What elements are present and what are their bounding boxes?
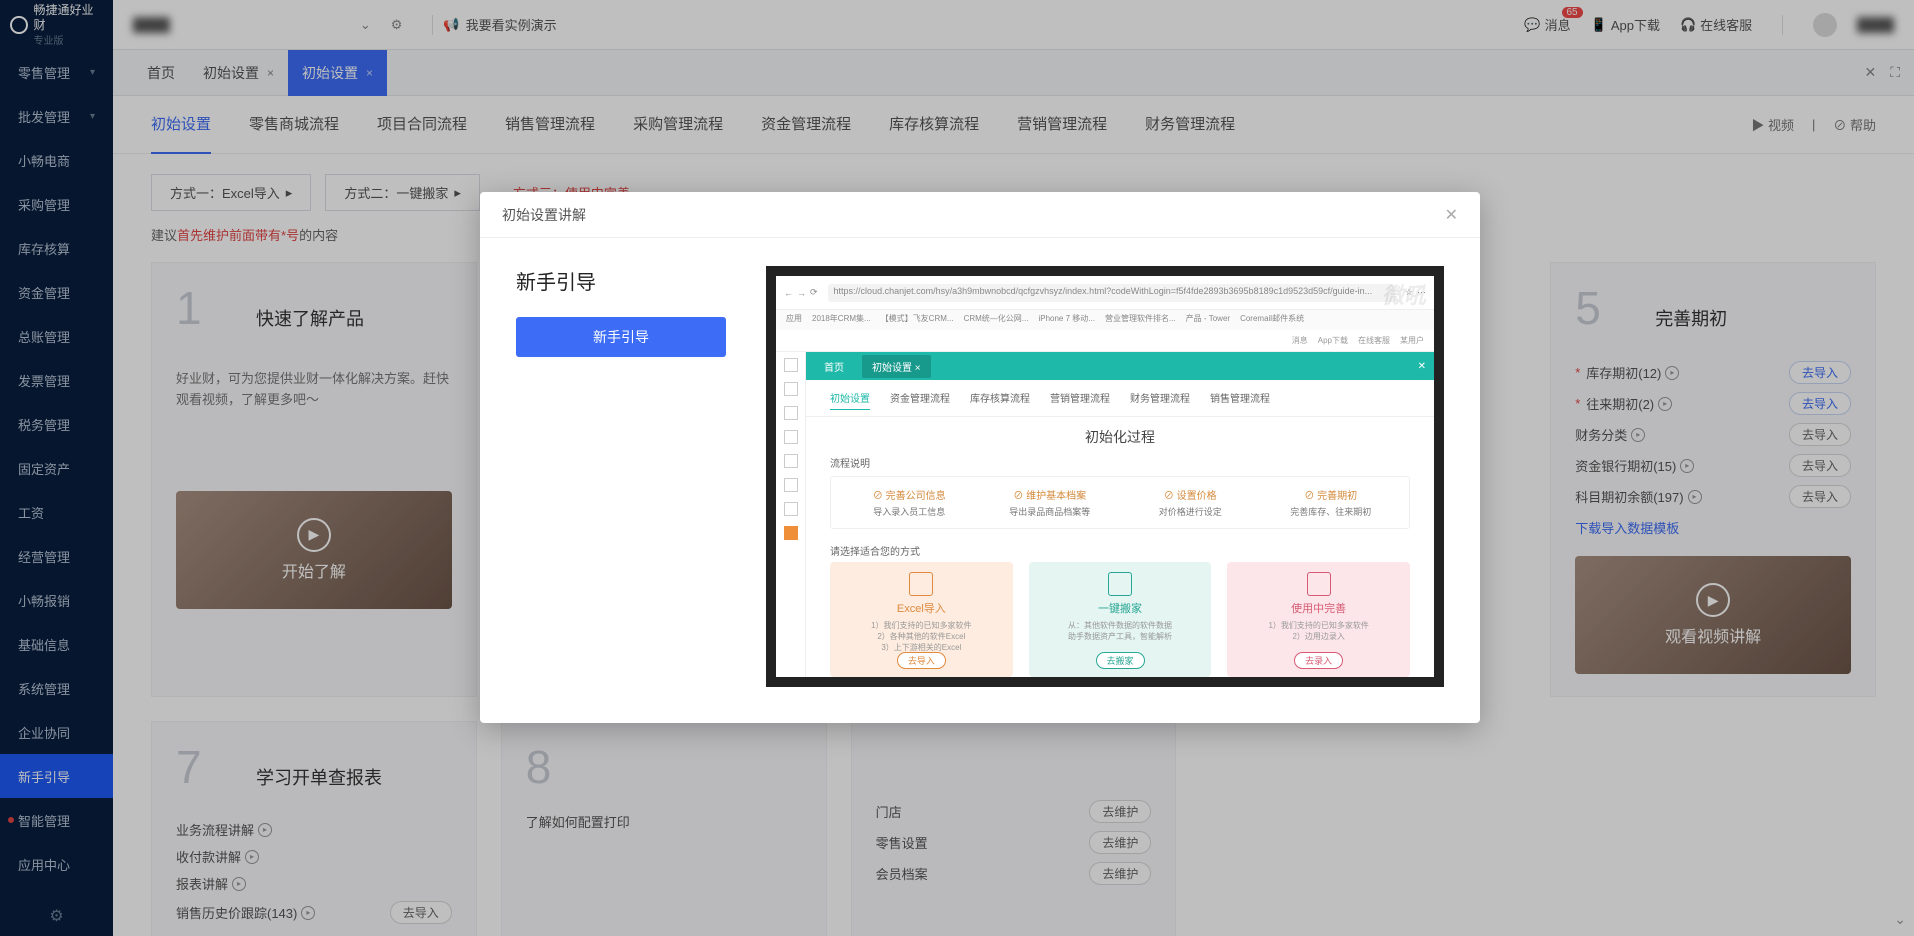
mock-sidebar <box>776 352 806 677</box>
mock-url: https://cloud.chanjet.com/hsy/a3h9mbwnob… <box>828 284 1395 302</box>
mock-steps: ⊘ 完善公司信息导入录入员工信息⊘ 维护基本档案导出录品商品档案等⊘ 设置价格对… <box>830 476 1410 529</box>
mock-tab: 首页 <box>814 355 854 378</box>
mock-choose-label: 请选择适合您的方式 <box>830 547 920 558</box>
modal-close-icon[interactable]: ✕ <box>1445 205 1458 225</box>
modal-title: 初始设置讲解 <box>502 205 586 225</box>
mock-browser-bar: ←→⟳ https://cloud.chanjet.com/hsy/a3h9mb… <box>776 276 1434 310</box>
mock-tab-active: 初始设置 × <box>862 355 931 378</box>
modal-video-area[interactable]: 微吼 ←→⟳ https://cloud.chanjet.com/hsy/a3h… <box>766 266 1444 687</box>
mock-subtabs: 初始设置资金管理流程库存核算流程营销管理流程财务管理流程销售管理流程 <box>806 380 1434 417</box>
mock-bookmarks: 应用2018年CRM集...【模式】飞友CRM...CRM统—化公网...iPh… <box>776 310 1434 330</box>
watermark: 微吼 <box>1382 278 1426 310</box>
guide-heading: 新手引导 <box>516 266 726 295</box>
mock-tabs: 首页 初始设置 × ✕ <box>806 352 1434 380</box>
mock-flow-label: 流程说明 <box>830 459 870 470</box>
modal-sidebar: 新手引导 新手引导 <box>516 266 726 687</box>
modal: 初始设置讲解 ✕ 新手引导 新手引导 微吼 ←→⟳ https://cloud.… <box>480 192 1480 723</box>
mock-header-items: 消息App下载在线客服某用户 <box>776 330 1434 352</box>
mock-options: Excel导入1）我们支持的已知多家软件2）各种其他的软件Excel3）上下游相… <box>806 562 1434 677</box>
mock-title: 初始化过程 <box>806 417 1434 453</box>
guide-button[interactable]: 新手引导 <box>516 317 726 357</box>
modal-header: 初始设置讲解 ✕ <box>480 192 1480 238</box>
